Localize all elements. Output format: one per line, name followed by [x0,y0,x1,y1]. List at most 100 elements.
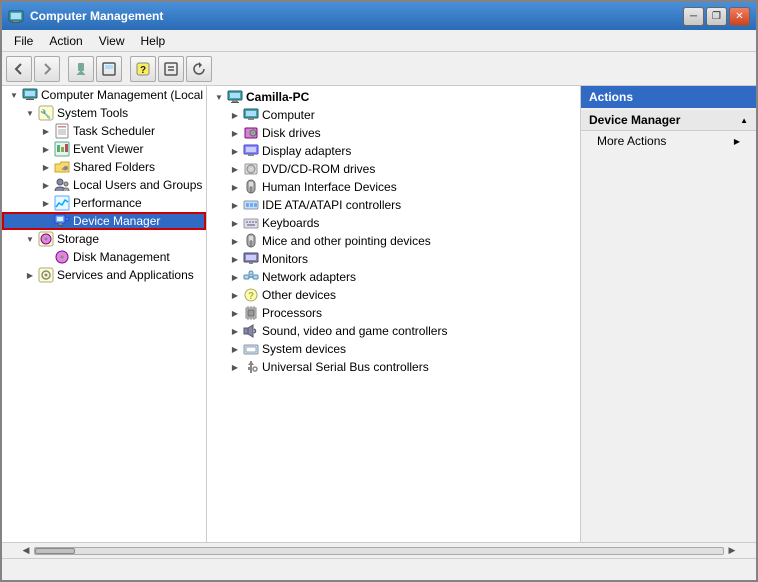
monitors-label: Monitors [262,252,308,266]
scroll-right-button[interactable]: ▶ [724,545,740,556]
help-button[interactable]: ? [130,56,156,82]
expand-icon-local-users [38,181,54,190]
disk-drives-label: Disk drives [262,126,321,140]
tree-item-disk-management[interactable]: Disk Management [2,248,206,266]
usb-label: Universal Serial Bus controllers [262,360,429,374]
window-icon [8,8,24,24]
tree-item-shared-folders[interactable]: Shared Folders [2,158,206,176]
tree-item-hid[interactable]: Human Interface Devices [207,178,580,196]
network-adapters-label: Network adapters [262,270,356,284]
menu-action[interactable]: Action [41,32,90,50]
minimize-button[interactable]: ─ [683,7,704,26]
computer-management-label: Computer Management (Local [41,88,203,102]
system-tools-icon: 🔧 [38,105,54,121]
tree-item-ide[interactable]: IDE ATA/ATAPI controllers [207,196,580,214]
tree-item-event-viewer[interactable]: Event Viewer [2,140,206,158]
bottom-area: ◀ ▶ [2,542,756,580]
expand-icon-usb [227,363,243,372]
scroll-left-button[interactable]: ◀ [18,545,34,556]
expand-icon-keyboards [227,219,243,228]
tree-item-usb[interactable]: Universal Serial Bus controllers [207,358,580,376]
actions-section: Device Manager ▲ More Actions ▶ [581,108,756,153]
other-devices-icon: ? [243,287,259,303]
more-actions-arrow-icon: ▶ [734,137,740,146]
back-button[interactable] [6,56,32,82]
actions-header: Actions [581,86,756,108]
expand-icon-services [22,271,38,280]
tree-item-performance[interactable]: Performance [2,194,206,212]
expand-icon-monitors [227,255,243,264]
menu-file[interactable]: File [6,32,41,50]
performance-icon [54,195,70,211]
tree-item-services-applications[interactable]: Services and Applications [2,266,206,284]
close-button[interactable]: ✕ [729,7,750,26]
display-adapters-icon [243,143,259,159]
show-hide-console-button[interactable] [96,56,122,82]
tree-item-disk-drives[interactable]: Disk drives [207,124,580,142]
keyboards-icon [243,215,259,231]
refresh-button[interactable] [186,56,212,82]
action-more-actions[interactable]: More Actions ▶ [581,131,756,151]
shared-folders-label: Shared Folders [73,160,155,174]
menu-help[interactable]: Help [133,32,174,50]
tree-item-mice[interactable]: Mice and other pointing devices [207,232,580,250]
expand-icon-computer [227,111,243,120]
expand-icon-computer-management [6,91,22,100]
dvd-cdrom-icon [243,161,259,177]
tree-item-computer[interactable]: Computer [207,106,580,124]
tree-item-local-users[interactable]: Local Users and Groups [2,176,206,194]
menu-view[interactable]: View [91,32,133,50]
local-users-icon [54,177,70,193]
actions-section-title-label: Device Manager [589,113,680,127]
toolbar: ? [2,52,756,86]
tree-item-monitors[interactable]: Monitors [207,250,580,268]
performance-label: Performance [73,196,142,210]
tree-item-network-adapters[interactable]: Network adapters [207,268,580,286]
camilla-pc-label: Camilla-PC [246,90,309,104]
tree-item-dvd-cdrom[interactable]: DVD/CD-ROM drives [207,160,580,178]
camilla-pc-icon [227,89,243,105]
hid-icon [243,179,259,195]
system-tools-label: System Tools [57,106,128,120]
horizontal-scrollbar[interactable]: ◀ ▶ [2,542,756,558]
processors-label: Processors [262,306,322,320]
tree-item-processors[interactable]: Processors [207,304,580,322]
expand-icon-processors [227,309,243,318]
forward-button[interactable] [34,56,60,82]
dvd-cdrom-label: DVD/CD-ROM drives [262,162,375,176]
expand-icon-system-devices [227,345,243,354]
tree-item-system-tools[interactable]: 🔧 System Tools [2,104,206,122]
menu-bar: File Action View Help [2,30,756,52]
tree-item-computer-management[interactable]: Computer Management (Local [2,86,206,104]
main-window: Computer Management ─ ❐ ✕ File Action Vi… [0,0,758,582]
properties-button[interactable] [158,56,184,82]
tree-item-keyboards[interactable]: Keyboards [207,214,580,232]
tree-item-system-devices[interactable]: System devices [207,340,580,358]
storage-icon [38,231,54,247]
expand-icon-disk-drives [227,129,243,138]
up-button[interactable] [68,56,94,82]
scrollbar-thumb[interactable] [35,548,75,554]
tree-item-display-adapters[interactable]: Display adapters [207,142,580,160]
scrollbar-track [34,547,724,555]
display-adapters-label: Display adapters [262,144,351,158]
tree-item-storage[interactable]: Storage [2,230,206,248]
tree-item-sound[interactable]: Sound, video and game controllers [207,322,580,340]
expand-icon-sound [227,327,243,336]
content-area: Computer Management (Local 🔧 System Tool… [2,86,756,542]
tree-item-task-scheduler[interactable]: Task Scheduler [2,122,206,140]
device-manager-label: Device Manager [73,214,160,228]
tree-item-other-devices[interactable]: ? Other devices [207,286,580,304]
tree-item-camilla-pc[interactable]: Camilla-PC [207,86,580,106]
device-manager-icon [54,213,70,229]
restore-button[interactable]: ❐ [706,7,727,26]
sound-label: Sound, video and game controllers [262,324,447,338]
actions-section-device-manager[interactable]: Device Manager ▲ [581,110,756,131]
tree-item-device-manager[interactable]: Device Manager [2,212,206,230]
expand-icon-hid [227,183,243,192]
svg-text:?: ? [248,291,254,302]
storage-label: Storage [57,232,99,246]
keyboards-label: Keyboards [262,216,319,230]
computer-device-icon [243,107,259,123]
middle-panel: Camilla-PC Computer Disk drives [207,86,581,542]
